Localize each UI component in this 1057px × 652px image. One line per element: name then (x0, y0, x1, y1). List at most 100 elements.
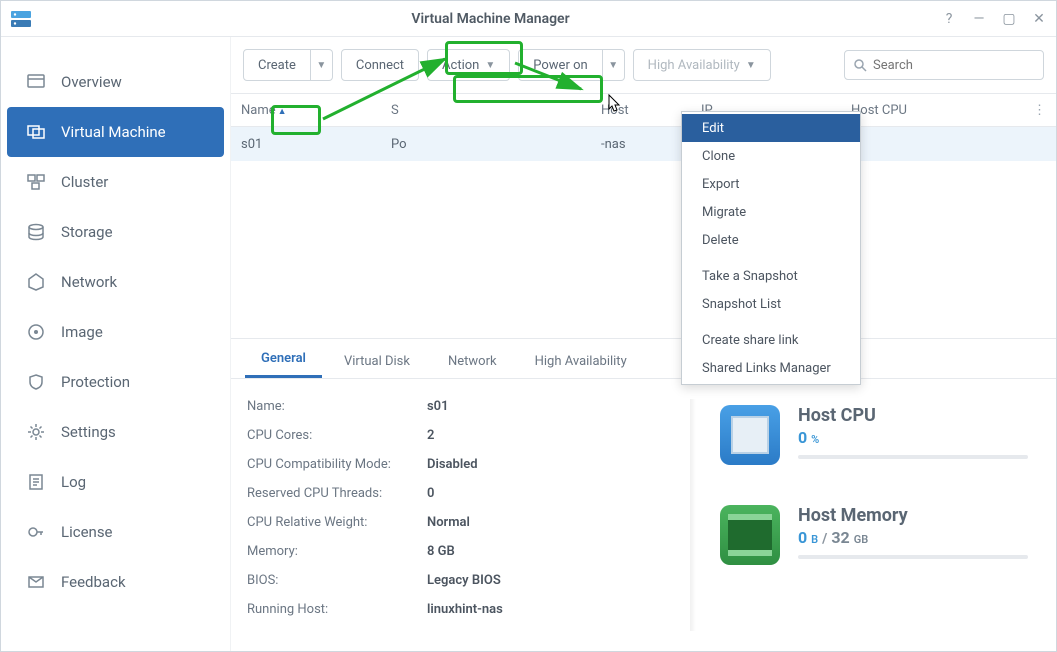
property-row: CPU Compatibility Mode:Disabled (247, 457, 666, 472)
sidebar-item-label: Cluster (61, 173, 108, 191)
col-header-host[interactable]: Host (591, 103, 691, 118)
window-title: Virtual Machine Manager (41, 11, 940, 27)
create-dropdown-caret[interactable]: ▼ (311, 49, 333, 81)
col-header-status[interactable]: S (381, 103, 591, 118)
metric-title: Host CPU (798, 405, 1028, 426)
property-row: Memory:8 GB (247, 544, 666, 559)
connect-button[interactable]: Connect (341, 49, 419, 81)
sidebar-item-label: Protection (61, 373, 130, 391)
feedback-icon (25, 573, 47, 591)
vm-icon (25, 123, 47, 141)
sidebar-item-log[interactable]: Log (1, 457, 230, 507)
metric-host-cpu: Host CPU 0 % (720, 405, 1040, 465)
sidebar-item-label: Overview (61, 73, 122, 91)
overview-icon (25, 73, 47, 91)
metric-bar (798, 455, 1028, 459)
metric-value: 0 B/32 GB (798, 528, 1028, 547)
search-input[interactable] (873, 58, 1039, 73)
table-row[interactable]: s01 Po -nas - - (231, 127, 1056, 161)
log-icon (25, 473, 47, 491)
property-row: CPU Cores:2 (247, 428, 666, 443)
col-header-more[interactable]: ⋮ (981, 103, 1056, 118)
cell-name: s01 (231, 137, 381, 152)
menu-item-snapshot-list[interactable]: Snapshot List (682, 290, 860, 318)
maximize-button[interactable]: ▢ (1000, 11, 1018, 27)
license-icon (25, 523, 47, 541)
protection-icon (25, 373, 47, 391)
search-icon (853, 58, 867, 72)
sidebar-item-label: Network (61, 273, 117, 291)
minimize-button[interactable]: — (970, 11, 988, 27)
action-menu: Edit Clone Export Migrate Delete Take a … (681, 111, 861, 385)
power-on-dropdown-caret[interactable]: ▼ (603, 49, 625, 81)
app-icon (9, 7, 33, 31)
scrollbar[interactable] (690, 399, 696, 631)
chevron-down-icon: ▼ (746, 60, 756, 71)
search-box[interactable] (844, 50, 1044, 80)
metrics-panel: Host CPU 0 % Host Memory 0 B/32 GB (720, 399, 1040, 631)
property-row: Running Host:linuxhint-nas (247, 602, 666, 617)
sidebar-item-image[interactable]: Image (1, 307, 230, 357)
sidebar-item-cluster[interactable]: Cluster (1, 157, 230, 207)
network-icon (25, 273, 47, 291)
action-button[interactable]: Action▼ (427, 49, 510, 81)
property-row: CPU Relative Weight:Normal (247, 515, 666, 530)
sidebar-item-label: License (61, 523, 113, 541)
cpu-icon (720, 405, 780, 465)
help-icon[interactable]: ? (940, 11, 958, 27)
chevron-down-icon: ▼ (485, 60, 495, 71)
tab-virtual-disk[interactable]: Virtual Disk (328, 345, 426, 378)
power-on-button[interactable]: Power on (518, 49, 602, 81)
menu-separator (682, 318, 860, 326)
tab-general[interactable]: General (245, 342, 322, 378)
sidebar-item-label: Virtual Machine (61, 123, 166, 141)
col-header-name[interactable]: Name▲ (231, 103, 381, 118)
sidebar-item-overview[interactable]: Overview (1, 57, 230, 107)
sidebar-item-label: Storage (61, 223, 113, 241)
settings-icon (25, 423, 47, 441)
menu-item-create-share-link[interactable]: Create share link (682, 326, 860, 354)
menu-separator (682, 254, 860, 262)
metric-title: Host Memory (798, 505, 1028, 526)
toolbar: Create ▼ Connect Action▼ Power on ▼ High… (231, 37, 1056, 93)
sidebar-item-virtual-machine[interactable]: Virtual Machine (7, 107, 224, 157)
properties-list: Name:s01 CPU Cores:2 CPU Compatibility M… (247, 399, 666, 631)
cell-status: Po (381, 137, 591, 152)
detail-tabs: General Virtual Disk Network High Availa… (231, 338, 1056, 378)
menu-item-migrate[interactable]: Migrate (682, 198, 860, 226)
sidebar-item-feedback[interactable]: Feedback (1, 557, 230, 607)
high-availability-button[interactable]: High Availability▼ (633, 49, 771, 81)
cell-host-cpu: - (841, 137, 981, 152)
property-row: Reserved CPU Threads:0 (247, 486, 666, 501)
close-button[interactable]: ✕ (1030, 11, 1048, 27)
menu-item-delete[interactable]: Delete (682, 226, 860, 254)
sidebar: Overview Virtual Machine Cluster Storage… (1, 37, 231, 651)
memory-icon (720, 505, 780, 565)
sidebar-item-label: Settings (61, 423, 116, 441)
property-row: Name:s01 (247, 399, 666, 414)
tab-network[interactable]: Network (432, 345, 513, 378)
sidebar-item-label: Image (61, 323, 103, 341)
details-panel: Name:s01 CPU Cores:2 CPU Compatibility M… (231, 378, 1056, 651)
menu-item-edit[interactable]: Edit (682, 114, 860, 142)
col-header-host-cpu[interactable]: Host CPU (841, 103, 981, 118)
cluster-icon (25, 173, 47, 191)
sidebar-item-network[interactable]: Network (1, 257, 230, 307)
sidebar-item-label: Feedback (61, 573, 126, 591)
menu-item-take-snapshot[interactable]: Take a Snapshot (682, 262, 860, 290)
menu-item-clone[interactable]: Clone (682, 142, 860, 170)
tab-high-availability[interactable]: High Availability (519, 345, 643, 378)
table-header: Name▲ S Host IP Host CPU ⋮ (231, 93, 1056, 127)
sidebar-item-settings[interactable]: Settings (1, 407, 230, 457)
titlebar: Virtual Machine Manager ? — ▢ ✕ (1, 1, 1056, 37)
menu-item-shared-links-manager[interactable]: Shared Links Manager (682, 354, 860, 382)
menu-item-export[interactable]: Export (682, 170, 860, 198)
sidebar-item-protection[interactable]: Protection (1, 357, 230, 407)
metric-bar (798, 555, 1028, 559)
sort-asc-icon: ▲ (278, 107, 287, 117)
property-row: BIOS:Legacy BIOS (247, 573, 666, 588)
cell-host: -nas (591, 137, 691, 152)
sidebar-item-license[interactable]: License (1, 507, 230, 557)
create-button[interactable]: Create (243, 49, 311, 81)
sidebar-item-storage[interactable]: Storage (1, 207, 230, 257)
